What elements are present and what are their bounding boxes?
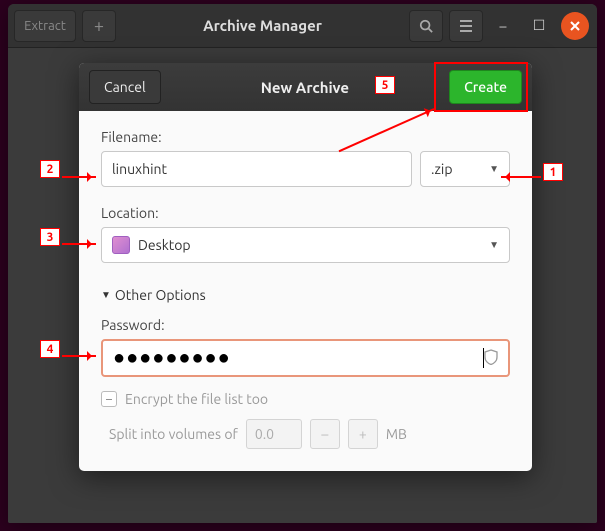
menu-button[interactable]: [449, 10, 483, 42]
extract-button[interactable]: Extract: [14, 10, 76, 42]
location-value: Desktop: [138, 237, 481, 253]
cancel-button[interactable]: Cancel: [89, 70, 161, 104]
close-button[interactable]: [561, 12, 589, 40]
search-icon: [419, 19, 433, 33]
split-unit: MB: [386, 426, 407, 442]
password-label: Password:: [101, 317, 510, 333]
dialog-header: Cancel New Archive Create: [79, 63, 532, 111]
close-icon: [570, 21, 580, 31]
folder-icon: [112, 236, 130, 254]
triangle-down-icon: ▼: [101, 289, 111, 301]
add-files-button[interactable]: +: [82, 10, 116, 42]
dialog-body: Filename: linuxhint .zip ▼ Location: Des…: [79, 111, 532, 471]
other-options-expander[interactable]: ▼ Other Options: [101, 287, 510, 303]
shield-icon: [484, 349, 498, 368]
location-select[interactable]: Desktop ▼: [101, 227, 510, 263]
encrypt-list-checkbox[interactable]: –: [101, 391, 117, 407]
window-title: Archive Manager: [116, 17, 409, 34]
other-options-label: Other Options: [115, 287, 206, 303]
filename-label: Filename:: [101, 129, 510, 145]
split-label: Split into volumes of: [109, 426, 238, 442]
encrypt-list-row: – Encrypt the file list too: [101, 391, 510, 407]
chevron-down-icon: ▼: [489, 163, 499, 175]
extension-select[interactable]: .zip ▼: [420, 151, 510, 187]
location-label: Location:: [101, 205, 510, 221]
minimize-button[interactable]: –: [489, 12, 517, 40]
encrypt-list-label: Encrypt the file list too: [125, 391, 268, 407]
hamburger-icon: [459, 20, 473, 32]
maximize-button[interactable]: ☐: [525, 12, 553, 40]
header-bar: Extract + Archive Manager – ☐: [8, 4, 597, 48]
new-archive-dialog: Cancel New Archive Create Filename: linu…: [79, 63, 532, 471]
password-input[interactable]: ●●●●●●●●●: [101, 339, 510, 377]
split-decrement-button[interactable]: –: [310, 419, 340, 449]
search-button[interactable]: [409, 10, 443, 42]
chevron-down-icon: ▼: [489, 239, 499, 251]
create-button[interactable]: Create: [449, 70, 522, 104]
extension-value: .zip: [431, 161, 453, 177]
password-value: ●●●●●●●●●: [113, 347, 482, 370]
split-volumes-row: Split into volumes of 0.0 – + MB: [101, 419, 510, 449]
split-size-input[interactable]: 0.0: [246, 419, 302, 449]
filename-input[interactable]: linuxhint: [101, 151, 412, 187]
dialog-title: New Archive: [161, 79, 449, 96]
split-increment-button[interactable]: +: [348, 419, 378, 449]
